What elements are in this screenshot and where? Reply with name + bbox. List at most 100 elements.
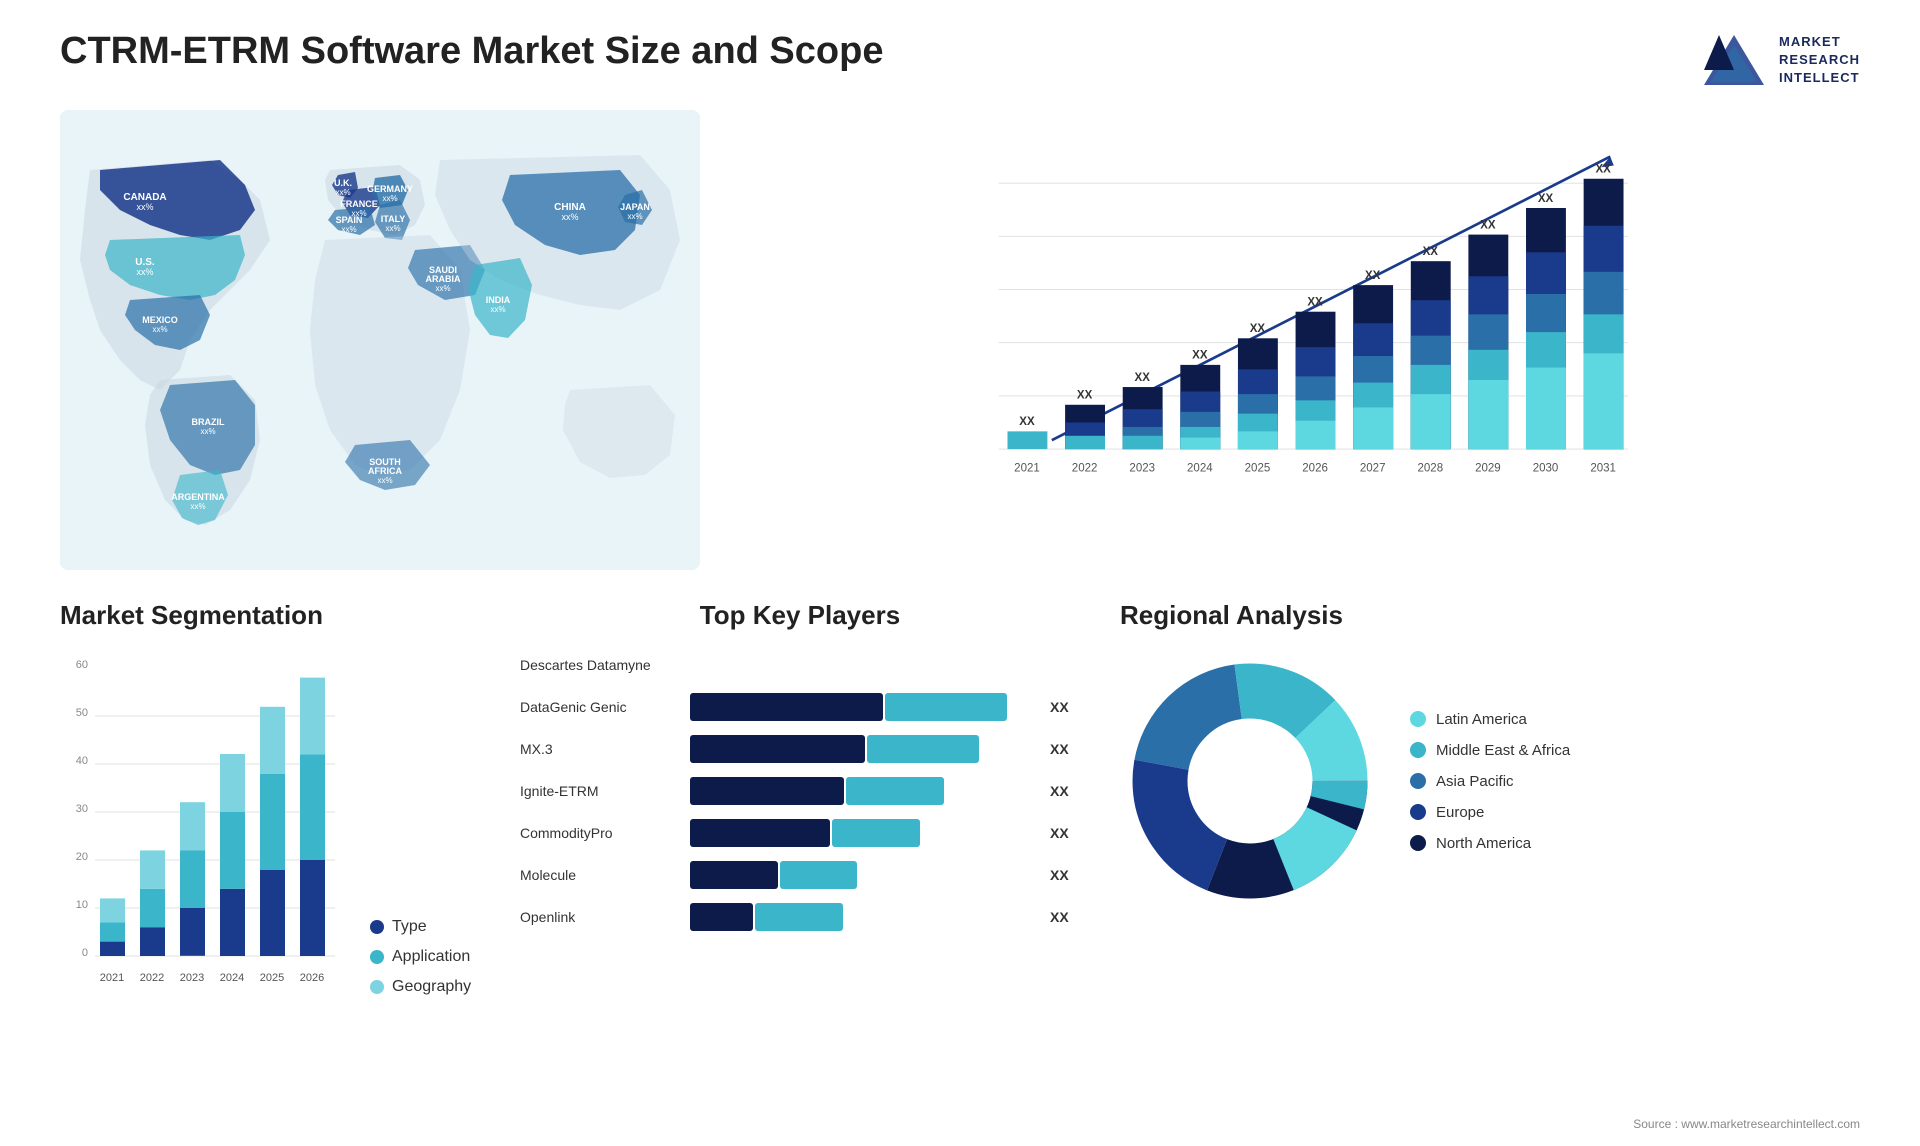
player-name-descartes: Descartes Datamyne	[520, 657, 680, 673]
svg-text:xx%: xx%	[435, 284, 450, 293]
svg-text:2026: 2026	[1302, 462, 1328, 474]
player-row-mx3: MX.3 XX	[520, 735, 1080, 763]
reg-legend-asia: Asia Pacific	[1410, 773, 1570, 790]
player-name-molecule: Molecule	[520, 867, 680, 883]
player-bar-seg-light	[867, 735, 979, 763]
player-bar-commodity	[690, 819, 1040, 847]
svg-text:20: 20	[76, 851, 88, 863]
player-xx-mx3: XX	[1050, 741, 1080, 757]
player-bar-seg-dark	[690, 903, 753, 931]
player-bar-seg-dark	[690, 693, 883, 721]
svg-text:GERMANY: GERMANY	[367, 184, 413, 194]
bar-chart-container: XX 2021 XX 2022 XX 2023	[740, 110, 1860, 570]
svg-text:60: 60	[76, 659, 88, 671]
svg-text:ARGENTINA: ARGENTINA	[171, 492, 225, 502]
svg-text:2028: 2028	[1417, 462, 1443, 474]
svg-text:XX: XX	[1019, 416, 1035, 428]
svg-text:2022: 2022	[140, 972, 164, 984]
svg-text:XX: XX	[1077, 390, 1093, 402]
reg-legend-north-america: North America	[1410, 835, 1570, 852]
player-row-openlink: Openlink XX	[520, 903, 1080, 931]
svg-text:XX: XX	[1192, 350, 1208, 362]
reg-dot-europe	[1410, 804, 1426, 820]
svg-text:XX: XX	[1250, 323, 1266, 335]
player-xx-commodity: XX	[1050, 825, 1080, 841]
legend-type-dot	[370, 920, 384, 934]
regional-section: Regional Analysis	[1120, 600, 1860, 1090]
player-bar-seg-light	[755, 903, 843, 931]
key-players-section: Top Key Players Descartes Datamyne DataG…	[520, 600, 1080, 1090]
player-bar-datagenic	[690, 693, 1040, 721]
page: CTRM-ETRM Software Market Size and Scope…	[0, 0, 1920, 1146]
svg-text:BRAZIL: BRAZIL	[192, 417, 225, 427]
svg-text:xx%: xx%	[490, 305, 505, 314]
player-name-mx3: MX.3	[520, 741, 680, 757]
svg-text:xx%: xx%	[561, 212, 578, 222]
source-text: Source : www.marketresearchintellect.com	[1633, 1117, 1860, 1131]
svg-text:30: 30	[76, 803, 88, 815]
svg-text:XX: XX	[1135, 372, 1151, 384]
player-row-datagenic: DataGenic Genic XX	[520, 693, 1080, 721]
svg-text:xx%: xx%	[377, 476, 392, 485]
reg-dot-north-america	[1410, 835, 1426, 851]
svg-text:50: 50	[76, 707, 88, 719]
player-xx-datagenic: XX	[1050, 699, 1080, 715]
player-bar-seg-light	[832, 819, 920, 847]
player-xx-ignite: XX	[1050, 783, 1080, 799]
svg-text:xx%: xx%	[382, 194, 397, 203]
svg-text:xx%: xx%	[152, 325, 167, 334]
donut-chart	[1120, 651, 1380, 911]
svg-text:MEXICO: MEXICO	[142, 315, 178, 325]
segmentation-chart: 0 10 20 30 40 50 60	[60, 646, 480, 996]
bar-chart-svg: XX 2021 XX 2022 XX 2023	[760, 130, 1840, 520]
player-name-ignite: Ignite-ETRM	[520, 783, 680, 799]
svg-text:ITALY: ITALY	[381, 214, 406, 224]
player-bar-seg-dark	[690, 819, 830, 847]
logo-icon	[1699, 30, 1769, 90]
svg-text:XX: XX	[1307, 297, 1323, 309]
svg-text:XX: XX	[1365, 270, 1381, 282]
legend-geography-dot	[370, 980, 384, 994]
svg-text:XX: XX	[1480, 219, 1496, 231]
svg-text:XX: XX	[1538, 193, 1554, 205]
svg-text:INDIA: INDIA	[486, 295, 511, 305]
svg-text:2021: 2021	[1014, 462, 1040, 474]
legend-application-dot	[370, 950, 384, 964]
svg-text:2025: 2025	[260, 972, 284, 984]
player-bar-mx3	[690, 735, 1040, 763]
player-bar-seg-dark	[690, 735, 865, 763]
svg-text:40: 40	[76, 755, 88, 767]
logo: MARKET RESEARCH INTELLECT	[1699, 30, 1860, 90]
reg-dot-mea	[1410, 742, 1426, 758]
player-row-molecule: Molecule XX	[520, 861, 1080, 889]
player-bar-seg-dark	[690, 777, 844, 805]
svg-text:AFRICA: AFRICA	[368, 466, 402, 476]
svg-text:FRANCE: FRANCE	[340, 199, 378, 209]
svg-text:ARABIA: ARABIA	[426, 274, 461, 284]
reg-dot-asia	[1410, 773, 1426, 789]
top-section: CANADA xx% U.S. xx% MEXICO xx% BRAZIL xx…	[60, 110, 1860, 570]
player-xx-molecule: XX	[1050, 867, 1080, 883]
svg-text:2025: 2025	[1245, 462, 1271, 474]
svg-text:U.K.: U.K.	[334, 178, 352, 188]
svg-text:xx%: xx%	[136, 202, 153, 212]
svg-text:JAPAN: JAPAN	[620, 202, 650, 212]
svg-text:xx%: xx%	[200, 427, 215, 436]
player-row-ignite: Ignite-ETRM XX	[520, 777, 1080, 805]
player-bar-descartes	[690, 651, 1040, 679]
segmentation-section: Market Segmentation 0 10 20 30 40 50 60	[60, 600, 480, 1090]
svg-text:xx%: xx%	[385, 224, 400, 233]
svg-text:xx%: xx%	[341, 225, 356, 234]
legend-application: Application	[370, 948, 471, 966]
player-bar-seg-dark	[690, 861, 778, 889]
reg-legend-latin: Latin America	[1410, 711, 1570, 728]
segmentation-legend: Type Application Geography	[370, 918, 471, 996]
svg-text:2029: 2029	[1475, 462, 1501, 474]
bottom-section: Market Segmentation 0 10 20 30 40 50 60	[60, 600, 1860, 1090]
legend-geography: Geography	[370, 978, 471, 996]
svg-text:xx%: xx%	[627, 212, 642, 221]
svg-text:2021: 2021	[100, 972, 124, 984]
key-players-title: Top Key Players	[520, 600, 1080, 631]
reg-legend-europe: Europe	[1410, 804, 1570, 821]
regional-legend: Latin America Middle East & Africa Asia …	[1410, 711, 1570, 852]
